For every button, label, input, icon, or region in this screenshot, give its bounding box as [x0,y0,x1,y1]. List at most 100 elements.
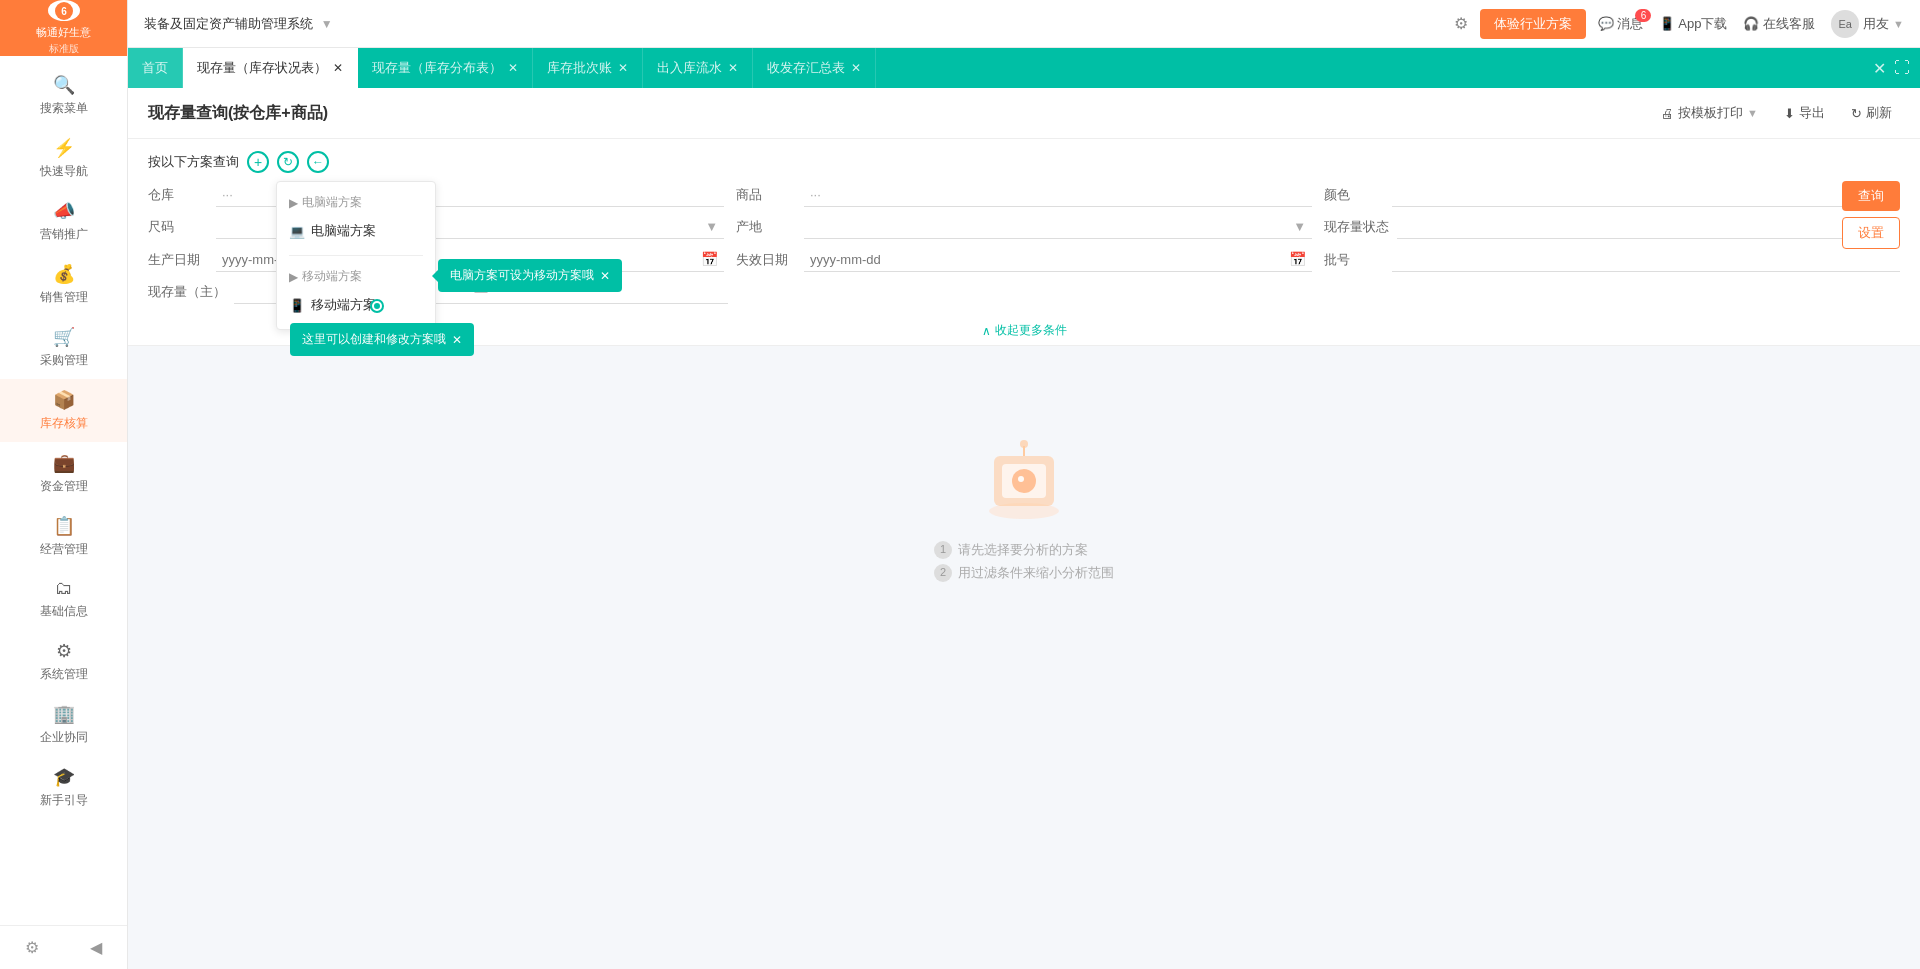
sales-icon: 💰 [53,263,75,285]
filter-back-btn[interactable]: ← [307,151,329,173]
sidebar-item-purchase[interactable]: 🛒 采购管理 [0,316,127,379]
origin-label: 产地 [736,218,796,236]
prod-date-label: 生产日期 [148,251,208,269]
tab-batch-account[interactable]: 库存批次账 ✕ [533,48,643,88]
page-header: 现存量查询(按仓库+商品) 🖨 按模板打印 ▼ ⬇ 导出 ↻ 刷新 [128,88,1920,139]
color-select[interactable]: ▼ [1392,183,1900,207]
tab-inout-flow[interactable]: 出入库流水 ✕ [643,48,753,88]
tab-inventory-status[interactable]: 现存量（库存状况表） ✕ [183,48,358,88]
sidebar-item-system[interactable]: ⚙ 系统管理 [0,630,127,693]
avatar-text: Ea [1838,18,1851,30]
topbar: 装备及固定资产辅助管理系统 ▼ ⚙ 体验行业方案 💬 消息 6 📱 App下载 … [128,0,1920,48]
origin-arrow-icon: ▼ [1293,219,1306,234]
topbar-gear-icon[interactable]: ⚙ [1454,14,1468,33]
size-arrow-icon: ▼ [705,219,718,234]
filter-batch-no: 批号 [1324,248,1900,272]
filter-expire-date: 失效日期 📅 [736,247,1312,272]
logo-title: 畅通好生意 [36,25,91,40]
tab-recv-summary[interactable]: 收发存汇总表 ✕ [753,48,876,88]
inventory-icon: 📦 [53,389,75,411]
tab-fullscreen-icon[interactable]: ⛶ [1894,59,1910,77]
prod-date-calendar-icon[interactable]: 📅 [701,251,718,267]
edit-tooltip-text: 这里可以创建和修改方案哦 [302,331,446,348]
sidebar-label-operations: 经营管理 [40,541,88,558]
system-dropdown-icon: ▼ [321,17,333,31]
sidebar-item-operations[interactable]: 📋 经营管理 [0,505,127,568]
main-area: 装备及固定资产辅助管理系统 ▼ ⚙ 体验行业方案 💬 消息 6 📱 App下载 … [128,0,1920,969]
tab-inventory-dist[interactable]: 现存量（库存分布表） ✕ [358,48,533,88]
page-title: 现存量查询(按仓库+商品) [148,103,328,124]
filter-refresh-btn[interactable]: ↻ [277,151,299,173]
product-select[interactable]: ··· [804,183,1312,207]
stock-status-select[interactable]: ▼ [1397,215,1900,239]
filter-origin: 产地 ▼ [736,215,1312,239]
batch-no-input[interactable] [1392,248,1900,272]
scheme-mobile-label: 移动端方案 [311,296,376,314]
tabbar: 首页 现存量（库存状况表） ✕ 现存量（库存分布表） ✕ 库存批次账 ✕ 出入库… [128,48,1920,88]
filter-size: 尺码 ▼ [148,215,724,239]
sidebar-item-quick-nav[interactable]: ⚡ 快速导航 [0,127,127,190]
scheme-mobile-icon: 📱 [289,298,305,313]
tab-inout-flow-label: 出入库流水 [657,59,722,77]
query-btn[interactable]: 查询 [1842,181,1900,211]
tab-actions: ✕ ⛶ [1863,48,1920,88]
guide-icon: 🎓 [53,766,75,788]
tab-inout-flow-close[interactable]: ✕ [728,61,738,75]
scheme-mobile-title: ▶ 移动端方案 [277,264,435,289]
refresh-btn[interactable]: ↻ 刷新 [1843,100,1900,126]
tab-close-all-icon[interactable]: ✕ [1873,59,1886,78]
basic-icon: 🗂 [55,578,73,599]
sidebar-settings-btn[interactable]: ⚙ [25,938,39,957]
sidebar-item-guide[interactable]: 🎓 新手引导 [0,756,127,819]
edit-tooltip-close[interactable]: ✕ [452,333,462,347]
product-label: 商品 [736,186,796,204]
expire-date-input[interactable] [810,252,1285,267]
settings-btn[interactable]: 设置 [1842,217,1900,249]
sidebar-item-basic[interactable]: 🗂 基础信息 [0,568,127,630]
empty-hint-1: 1 请先选择要分析的方案 [934,538,1114,561]
sidebar-item-inventory[interactable]: 📦 库存核算 [0,379,127,442]
tab-recv-summary-close[interactable]: ✕ [851,61,861,75]
sidebar-item-enterprise[interactable]: 🏢 企业协同 [0,693,127,756]
finance-icon: 💼 [53,452,75,474]
print-btn[interactable]: 🖨 按模板打印 ▼ [1653,100,1766,126]
origin-select[interactable]: ▼ [804,215,1312,239]
stock-qty-label: 现存量（主） [148,283,226,301]
notification-btn[interactable]: 💬 消息 6 [1598,15,1644,33]
tab-inventory-dist-label: 现存量（库存分布表） [372,59,502,77]
batch-no-label: 批号 [1324,251,1384,269]
tab-home[interactable]: 首页 [128,48,183,88]
tab-inventory-status-close[interactable]: ✕ [333,61,343,75]
sidebar-label-inventory: 库存核算 [40,415,88,432]
dot-indicator [372,301,382,311]
sidebar-item-sales[interactable]: 💰 销售管理 [0,253,127,316]
scheme-mobile-item[interactable]: 📱 移动端方案 [277,289,435,321]
expire-date-wrap: 📅 [804,247,1312,272]
sidebar-label-guide: 新手引导 [40,792,88,809]
phone-icon: 📱 [1659,16,1675,31]
system-selector[interactable]: 装备及固定资产辅助管理系统 ▼ [144,15,1442,33]
filter-header-label: 按以下方案查询 [148,153,239,171]
export-icon: ⬇ [1784,106,1795,121]
expire-date-calendar-icon[interactable]: 📅 [1289,251,1306,267]
sidebar-item-marketing[interactable]: 📣 营销推广 [0,190,127,253]
enterprise-icon: 🏢 [53,703,75,725]
content-area: 现存量查询(按仓库+商品) 🖨 按模板打印 ▼ ⬇ 导出 ↻ 刷新 [128,88,1920,969]
product-dots: ··· [810,187,821,202]
filter-prod-date: 生产日期 📅 [148,247,724,272]
sidebar-item-finance[interactable]: 💼 资金管理 [0,442,127,505]
topbar-right: 💬 消息 6 📱 App下载 🎧 在线客服 Ea 用友 ▼ [1598,10,1904,38]
sidebar-collapse-btn[interactable]: ◀ [90,938,102,957]
sidebar-label-marketing: 营销推广 [40,226,88,243]
user-menu[interactable]: Ea 用友 ▼ [1831,10,1904,38]
tab-batch-account-close[interactable]: ✕ [618,61,628,75]
export-btn[interactable]: ⬇ 导出 [1776,100,1833,126]
sidebar-item-search[interactable]: 🔍 搜索菜单 [0,64,127,127]
scheme-desktop-item[interactable]: 💻 电脑端方案 [277,215,435,247]
experience-btn[interactable]: 体验行业方案 [1480,9,1586,39]
online-cs-btn[interactable]: 🎧 在线客服 [1743,15,1815,33]
tab-inventory-dist-close[interactable]: ✕ [508,61,518,75]
app-download-btn[interactable]: 📱 App下载 [1659,15,1727,33]
scheme-tooltip-close[interactable]: ✕ [600,269,610,283]
filter-add-btn[interactable]: + [247,151,269,173]
